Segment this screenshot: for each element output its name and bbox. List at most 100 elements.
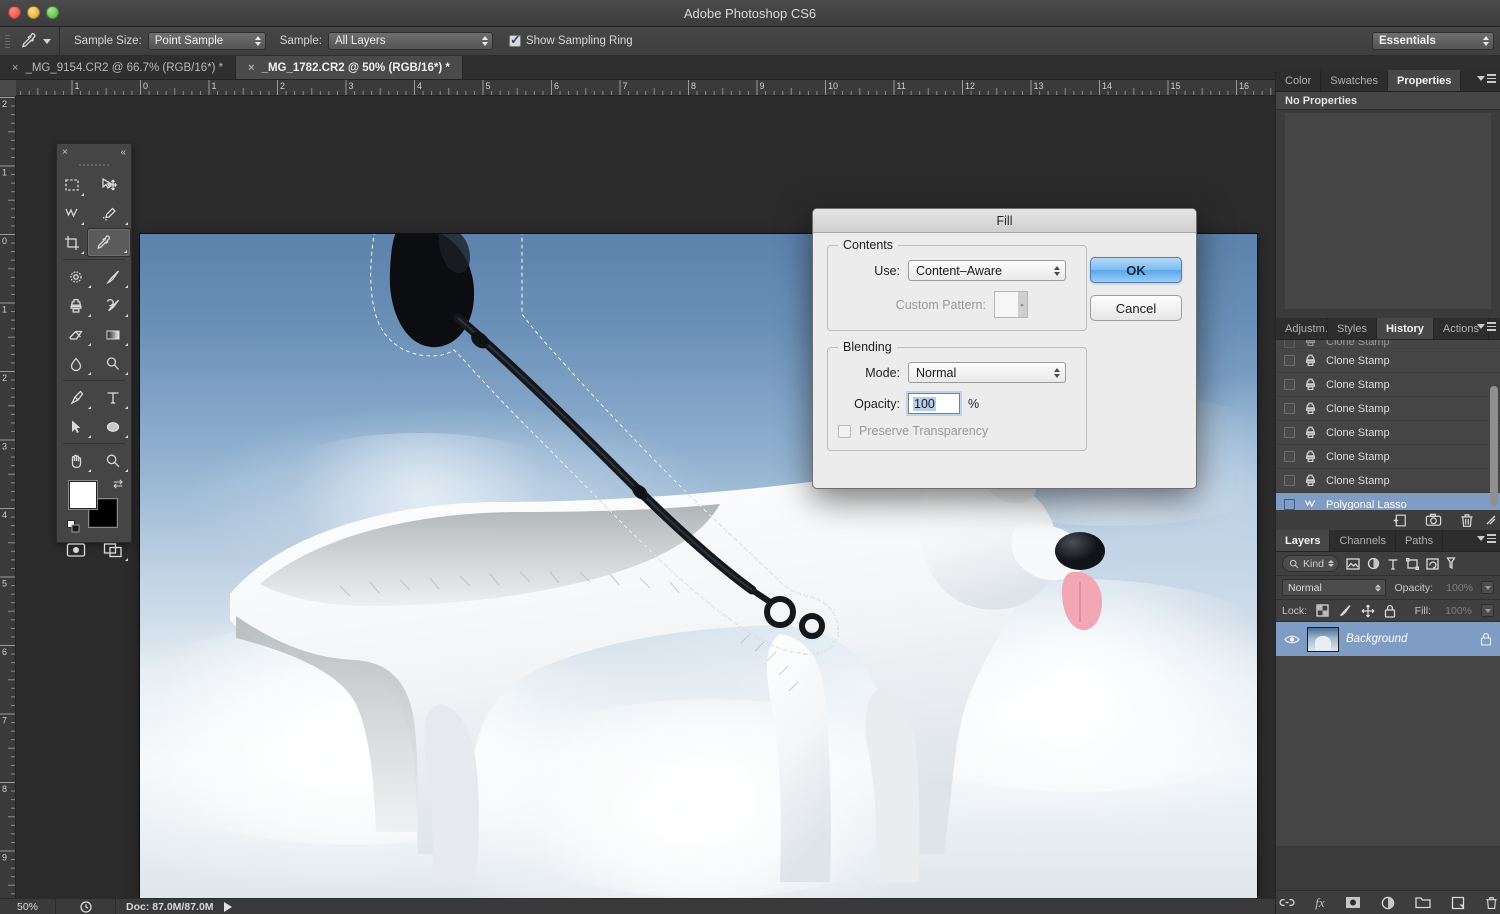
- pixel-layer-filter-icon[interactable]: [1346, 557, 1360, 570]
- vertical-ruler[interactable]: 2 1 0 1 2 3 4 5 6 7 8 9: [0, 80, 16, 898]
- play-triangle-icon[interactable]: [223, 901, 232, 912]
- delete-layer-icon[interactable]: [1485, 896, 1498, 910]
- opacity-input[interactable]: 100: [908, 393, 960, 414]
- ruler-corner[interactable]: [0, 80, 16, 96]
- tab-layers[interactable]: Layers: [1276, 530, 1331, 551]
- zoom-level[interactable]: 50%: [0, 898, 56, 914]
- fill-dialog[interactable]: Fill Contents Use: Content–Aware Custom …: [812, 208, 1197, 489]
- history-item-partial[interactable]: Clone Stamp: [1276, 340, 1500, 349]
- opacity-stepper[interactable]: [1481, 581, 1494, 594]
- new-layer-icon[interactable]: [1451, 896, 1465, 910]
- tab-channels[interactable]: Channels: [1330, 530, 1396, 551]
- color-swatches[interactable]: ⇄: [57, 475, 131, 535]
- history-item[interactable]: Clone Stamp: [1276, 421, 1500, 445]
- lock-position-icon[interactable]: [1361, 604, 1375, 618]
- layer-row-background[interactable]: Background: [1276, 622, 1500, 656]
- history-state-snapshot-toggle[interactable]: [1284, 451, 1295, 462]
- tab-swatches[interactable]: Swatches: [1321, 70, 1388, 91]
- tool-rectangular-marquee[interactable]: [57, 170, 87, 199]
- tab-color[interactable]: Color: [1276, 70, 1322, 91]
- close-icon[interactable]: ×: [62, 147, 68, 158]
- tool-zoom[interactable]: [94, 446, 131, 475]
- tool-eyedropper[interactable]: [87, 228, 131, 257]
- history-item[interactable]: Clone Stamp: [1276, 349, 1500, 373]
- lock-all-icon[interactable]: [1384, 604, 1396, 618]
- layer-opacity-value[interactable]: 100%: [1441, 582, 1473, 594]
- preserve-transparency-row[interactable]: Preserve Transparency: [838, 424, 1076, 438]
- tool-eraser[interactable]: [57, 320, 94, 349]
- filter-toggle-icon[interactable]: [1446, 557, 1456, 570]
- default-colors-icon[interactable]: [67, 520, 80, 533]
- tool-history-brush[interactable]: [94, 291, 131, 320]
- mode-select[interactable]: Normal: [908, 362, 1066, 383]
- delete-state-icon[interactable]: [1460, 513, 1474, 528]
- lock-image-pixels-icon[interactable]: [1338, 604, 1352, 617]
- tools-palette[interactable]: × « ⇄: [56, 143, 132, 561]
- history-item-active[interactable]: Polygonal Lasso: [1276, 493, 1500, 510]
- tool-clone-stamp[interactable]: [57, 291, 94, 320]
- tools-drag-handle[interactable]: [57, 160, 131, 170]
- smart-object-filter-icon[interactable]: [1426, 557, 1439, 570]
- foreground-color-swatch[interactable]: [69, 481, 97, 509]
- workspace-switcher[interactable]: Essentials: [1372, 32, 1494, 50]
- cancel-button[interactable]: Cancel: [1090, 295, 1182, 321]
- custom-pattern-picker[interactable]: ▸: [994, 291, 1028, 318]
- history-state-snapshot-toggle[interactable]: [1284, 355, 1295, 366]
- close-icon[interactable]: ×: [12, 62, 18, 74]
- document-tab-active[interactable]: × _MG_1782.CR2 @ 50% (RGB/16*) *: [236, 56, 463, 79]
- tab-properties[interactable]: Properties: [1388, 70, 1462, 91]
- layer-style-fx-icon[interactable]: fx: [1315, 895, 1324, 911]
- new-document-from-state-icon[interactable]: [1391, 513, 1407, 528]
- edit-in-quick-mask-icon[interactable]: [57, 535, 94, 564]
- history-state-snapshot-toggle[interactable]: [1284, 427, 1295, 438]
- tool-preset-picker[interactable]: [12, 26, 60, 56]
- type-layer-filter-icon[interactable]: [1387, 558, 1399, 570]
- ok-button[interactable]: OK: [1090, 257, 1182, 283]
- tab-styles[interactable]: Styles: [1328, 318, 1377, 339]
- history-item[interactable]: Clone Stamp: [1276, 469, 1500, 493]
- sample-size-select[interactable]: Point Sample: [147, 32, 266, 50]
- history-state-snapshot-toggle[interactable]: [1284, 499, 1295, 510]
- lock-transparency-icon[interactable]: [1316, 604, 1329, 617]
- history-state-snapshot-toggle[interactable]: [1284, 379, 1295, 390]
- create-snapshot-icon[interactable]: [1425, 513, 1442, 527]
- tab-adjustments[interactable]: Adjustm…: [1276, 318, 1328, 339]
- tool-move[interactable]: [87, 170, 131, 199]
- new-adjustment-layer-icon[interactable]: [1381, 896, 1395, 910]
- screen-mode-icon[interactable]: [94, 535, 131, 564]
- fill-stepper[interactable]: [1481, 604, 1494, 617]
- tool-type[interactable]: [94, 383, 131, 412]
- tool-hand[interactable]: [57, 446, 94, 475]
- history-states-list[interactable]: Clone Stamp Clone Stamp Clone Stamp Clon…: [1276, 340, 1500, 510]
- new-group-icon[interactable]: [1415, 896, 1431, 909]
- history-state-snapshot-toggle[interactable]: [1284, 403, 1295, 414]
- panel-menu-icon[interactable]: [1477, 322, 1496, 331]
- history-state-snapshot-toggle[interactable]: [1284, 475, 1295, 486]
- tool-ellipse-shape[interactable]: [94, 412, 131, 441]
- chevron-down-icon[interactable]: [43, 38, 51, 44]
- close-icon[interactable]: ×: [248, 62, 254, 74]
- collapse-icon[interactable]: «: [120, 147, 126, 158]
- history-item[interactable]: Clone Stamp: [1276, 445, 1500, 469]
- blend-mode-select[interactable]: Normal: [1282, 579, 1387, 596]
- use-select[interactable]: Content–Aware: [908, 260, 1066, 281]
- tool-quick-selection[interactable]: [87, 199, 131, 228]
- fill-value[interactable]: 100%: [1440, 605, 1472, 617]
- layer-name[interactable]: Background: [1346, 633, 1473, 645]
- show-sampling-ring-checkbox[interactable]: Show Sampling Ring: [508, 32, 633, 48]
- layer-mask-icon[interactable]: [1345, 896, 1361, 909]
- tool-path-selection[interactable]: [57, 412, 94, 441]
- document-tab-inactive[interactable]: × _MG_9154.CR2 @ 66.7% (RGB/16*) *: [0, 56, 237, 79]
- tab-history[interactable]: History: [1376, 318, 1434, 339]
- history-item[interactable]: Clone Stamp: [1276, 373, 1500, 397]
- history-state-snapshot-toggle[interactable]: [1284, 340, 1295, 348]
- tool-spot-healing-brush[interactable]: [57, 262, 94, 291]
- preserve-transparency-checkbox[interactable]: [838, 424, 851, 438]
- options-bar-grip[interactable]: [0, 27, 12, 56]
- layer-filter-kind-select[interactable]: Kind: [1282, 555, 1340, 572]
- history-item[interactable]: Clone Stamp: [1276, 397, 1500, 421]
- tab-paths[interactable]: Paths: [1396, 530, 1444, 551]
- shape-layer-filter-icon[interactable]: [1406, 557, 1420, 570]
- swap-colors-icon[interactable]: ⇄: [113, 477, 123, 491]
- panel-menu-icon[interactable]: [1477, 74, 1496, 83]
